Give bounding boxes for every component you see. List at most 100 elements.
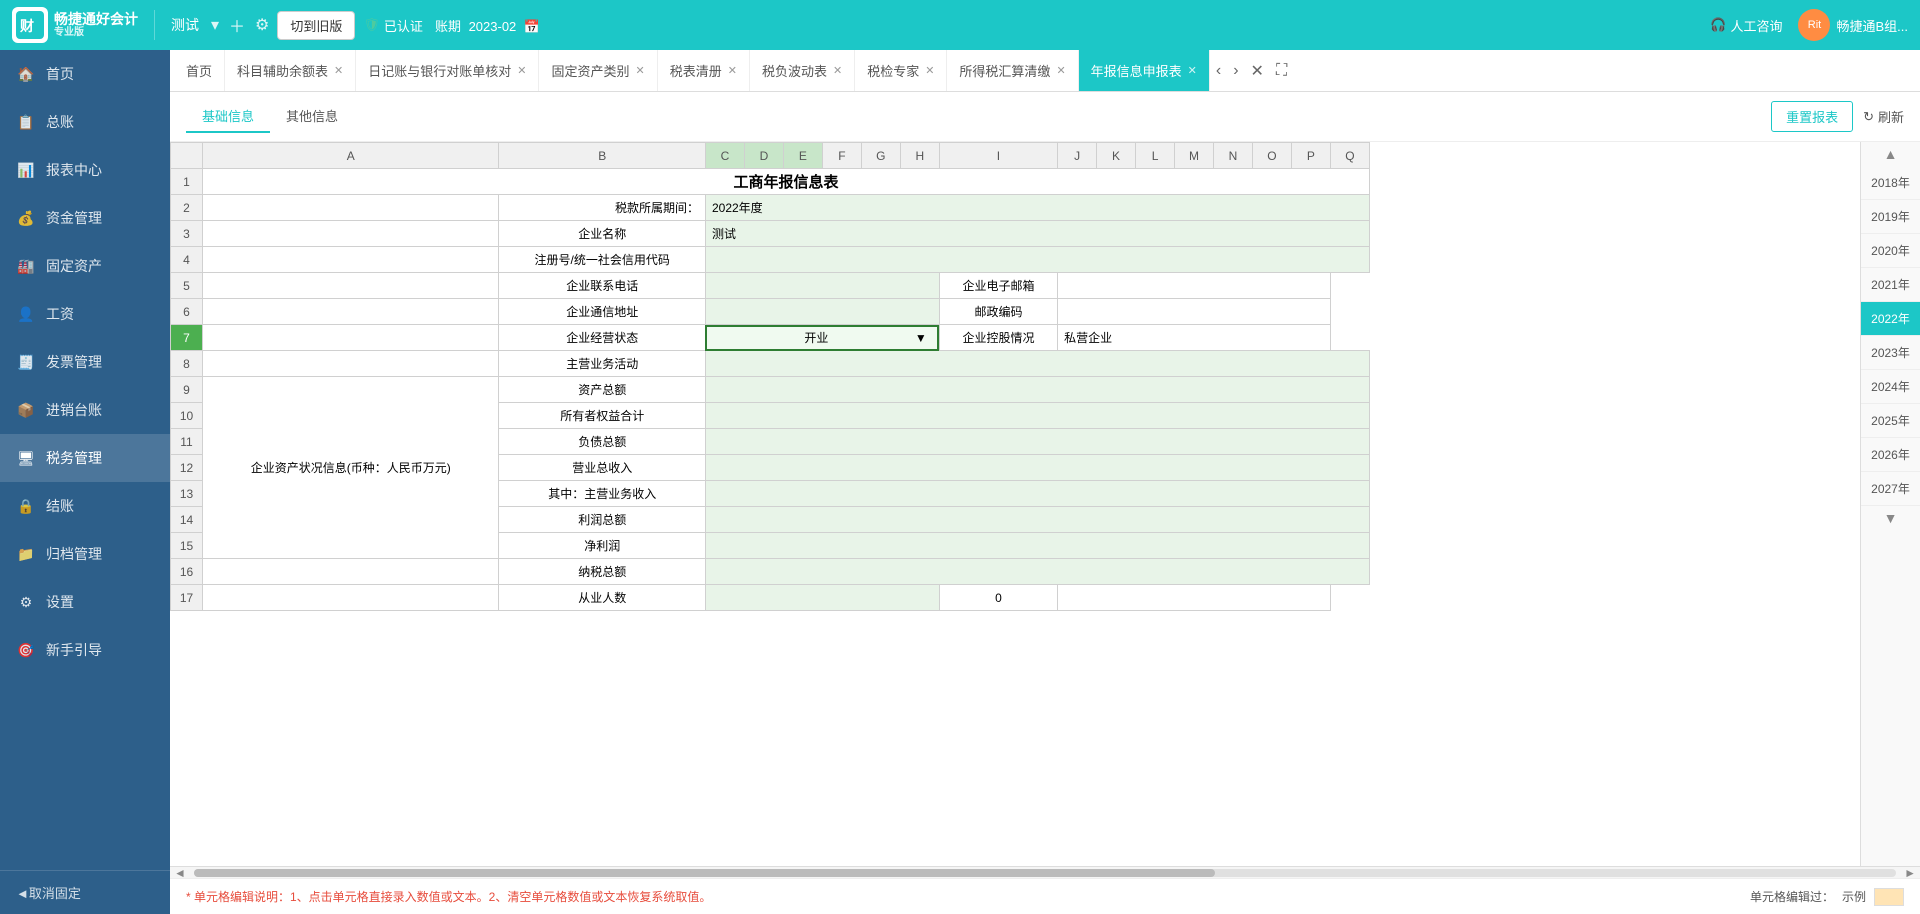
cell-15-C[interactable] (705, 533, 1369, 559)
sub-tab-other[interactable]: 其他信息 (270, 100, 354, 133)
tab-expand-btn[interactable]: ⛶ (1270, 62, 1293, 80)
cell-3-C[interactable]: 测试 (705, 221, 1369, 247)
tab-fixed-asset-type-close[interactable]: ✕ (636, 64, 645, 77)
cell-5-A[interactable] (203, 273, 499, 299)
cell-2-C[interactable]: 2022年度 (705, 195, 1369, 221)
tab-close-all-btn[interactable]: ✕ (1245, 61, 1270, 81)
year-up-btn[interactable]: ▲ (1884, 146, 1898, 162)
cell-5-J[interactable]: 企业电子邮箱 (939, 273, 1057, 299)
tab-next-btn[interactable]: › (1227, 62, 1244, 80)
tab-journal-bank-close[interactable]: ✕ (517, 64, 526, 77)
cell-12-B[interactable]: 营业总收入 (499, 455, 705, 481)
cell-11-C[interactable] (705, 429, 1369, 455)
tab-tax-clearance-close[interactable]: ✕ (728, 64, 737, 77)
cell-9-C[interactable] (705, 377, 1369, 403)
cell-4-B[interactable]: 注册号/统一社会信用代码 (499, 247, 705, 273)
tab-tax-fluctuation-close[interactable]: ✕ (833, 64, 842, 77)
cell-11-B[interactable]: 负债总额 (499, 429, 705, 455)
cell-14-C[interactable] (705, 507, 1369, 533)
tab-tax-clearance[interactable]: 税表清册 ✕ (658, 50, 750, 92)
tab-aux-balance[interactable]: 科目辅助余额表 ✕ (225, 50, 356, 92)
cell-6-K[interactable] (1058, 299, 1331, 325)
cell-8-C[interactable] (705, 351, 1369, 377)
cell-9-B[interactable]: 资产总额 (499, 377, 705, 403)
sidebar-item-archive[interactable]: 📁 归档管理 (0, 530, 170, 578)
year-item-2020[interactable]: 2020年 (1861, 234, 1920, 268)
cell-17-A[interactable] (203, 585, 499, 611)
tab-tax-expert-close[interactable]: ✕ (925, 64, 934, 77)
cell-7-A[interactable] (203, 325, 499, 351)
dropdown-btn[interactable]: ▾ (211, 15, 219, 35)
sidebar-item-payroll[interactable]: 👤 工资 (0, 290, 170, 338)
sidebar-item-purchases[interactable]: 📦 进销台账 (0, 386, 170, 434)
tab-tax-expert[interactable]: 税检专家 ✕ (855, 50, 947, 92)
year-item-2021[interactable]: 2021年 (1861, 268, 1920, 302)
tab-home[interactable]: 首页 (174, 50, 225, 92)
sidebar-item-closing[interactable]: 🔒 结账 (0, 482, 170, 530)
year-item-2022[interactable]: 2022年 (1861, 302, 1920, 336)
sidebar-item-ledger[interactable]: 📋 总账 (0, 98, 170, 146)
year-item-2019[interactable]: 2019年 (1861, 200, 1920, 234)
cell-17-C[interactable] (705, 585, 939, 611)
sidebar-item-fixed-assets[interactable]: 🏭 固定资产 (0, 242, 170, 290)
cell-7-K[interactable]: 私营企业 (1058, 325, 1331, 351)
calendar-icon[interactable]: 📅 (524, 19, 540, 34)
h-scroll-track[interactable] (194, 869, 1896, 877)
h-scroll-thumb[interactable] (194, 869, 1215, 877)
year-item-2027[interactable]: 2027年 (1861, 472, 1920, 506)
unpin-btn[interactable]: ◄取消固定 (0, 871, 170, 914)
cell-16-C[interactable] (705, 559, 1369, 585)
cell-6-J[interactable]: 邮政编码 (939, 299, 1057, 325)
reset-btn[interactable]: 重置报表 (1771, 101, 1853, 132)
sidebar-item-tax[interactable]: 🖥 税务管理 (0, 434, 170, 482)
cell-16-A[interactable] (203, 559, 499, 585)
cell-17-K[interactable] (1058, 585, 1331, 611)
tab-fixed-asset-type[interactable]: 固定资产类别 ✕ (539, 50, 657, 92)
sidebar-item-guide[interactable]: 🎯 新手引导 (0, 626, 170, 674)
cell-10-B[interactable]: 所有者权益合计 (499, 403, 705, 429)
cell-7-J[interactable]: 企业控股情况 (939, 325, 1057, 351)
tab-income-tax-close[interactable]: ✕ (1056, 64, 1065, 77)
cell-8-B[interactable]: 主营业务活动 (499, 351, 705, 377)
cell-3-B[interactable]: 企业名称 (499, 221, 705, 247)
cell-2-A[interactable] (203, 195, 499, 221)
cell-5-C[interactable] (705, 273, 939, 299)
cell-4-A[interactable] (203, 247, 499, 273)
refresh-btn[interactable]: ↻ 刷新 (1863, 107, 1904, 126)
cell-12-C[interactable] (705, 455, 1369, 481)
cell-5-K[interactable] (1058, 273, 1331, 299)
sub-tab-basic[interactable]: 基础信息 (186, 100, 270, 133)
cell-1-title[interactable]: 工商年报信息表 (203, 169, 1370, 195)
h-scroll-area[interactable]: ◄ ► (170, 866, 1920, 878)
tab-annual-report-close[interactable]: ✕ (1188, 64, 1197, 77)
cell-2-B[interactable]: 税款所属期间： (499, 195, 705, 221)
cell-7-C-dropdown[interactable]: 开业 ▼ (705, 325, 939, 351)
tab-aux-balance-close[interactable]: ✕ (334, 64, 343, 77)
year-item-2023[interactable]: 2023年 (1861, 336, 1920, 370)
sidebar-item-invoices[interactable]: 🧾 发票管理 (0, 338, 170, 386)
user-info[interactable]: Rit 畅捷通B组... (1798, 9, 1908, 41)
cell-13-B[interactable]: 其中：主营业务收入 (499, 481, 705, 507)
sidebar-item-home[interactable]: 🏠 首页 (0, 50, 170, 98)
service-btn[interactable]: 🎧 人工咨询 (1710, 16, 1782, 35)
cell-16-B[interactable]: 纳税总额 (499, 559, 705, 585)
cell-5-B[interactable]: 企业联系电话 (499, 273, 705, 299)
sidebar-item-settings[interactable]: ⚙ 设置 (0, 578, 170, 626)
tab-prev-btn[interactable]: ‹ (1210, 62, 1227, 80)
tab-annual-report[interactable]: 年报信息申报表 ✕ (1079, 50, 1210, 92)
add-tab-btn[interactable]: ＋ (229, 13, 245, 37)
cell-3-A[interactable] (203, 221, 499, 247)
cell-10-C[interactable] (705, 403, 1369, 429)
year-item-2024[interactable]: 2024年 (1861, 370, 1920, 404)
year-item-2025[interactable]: 2025年 (1861, 404, 1920, 438)
cell-13-C[interactable] (705, 481, 1369, 507)
cell-9-A-merged[interactable]: 企业资产状况信息(币种：人民币万元) (203, 377, 499, 559)
year-item-2018[interactable]: 2018年 (1861, 166, 1920, 200)
settings-btn[interactable]: ⚙ (255, 15, 269, 35)
sidebar-item-funds[interactable]: 💰 资金管理 (0, 194, 170, 242)
cell-14-B[interactable]: 利润总额 (499, 507, 705, 533)
tab-income-tax[interactable]: 所得税汇算清缴 ✕ (947, 50, 1078, 92)
cell-4-C[interactable] (705, 247, 1369, 273)
sidebar-item-reports[interactable]: 📊 报表中心 (0, 146, 170, 194)
cell-17-J[interactable]: 0 (939, 585, 1057, 611)
